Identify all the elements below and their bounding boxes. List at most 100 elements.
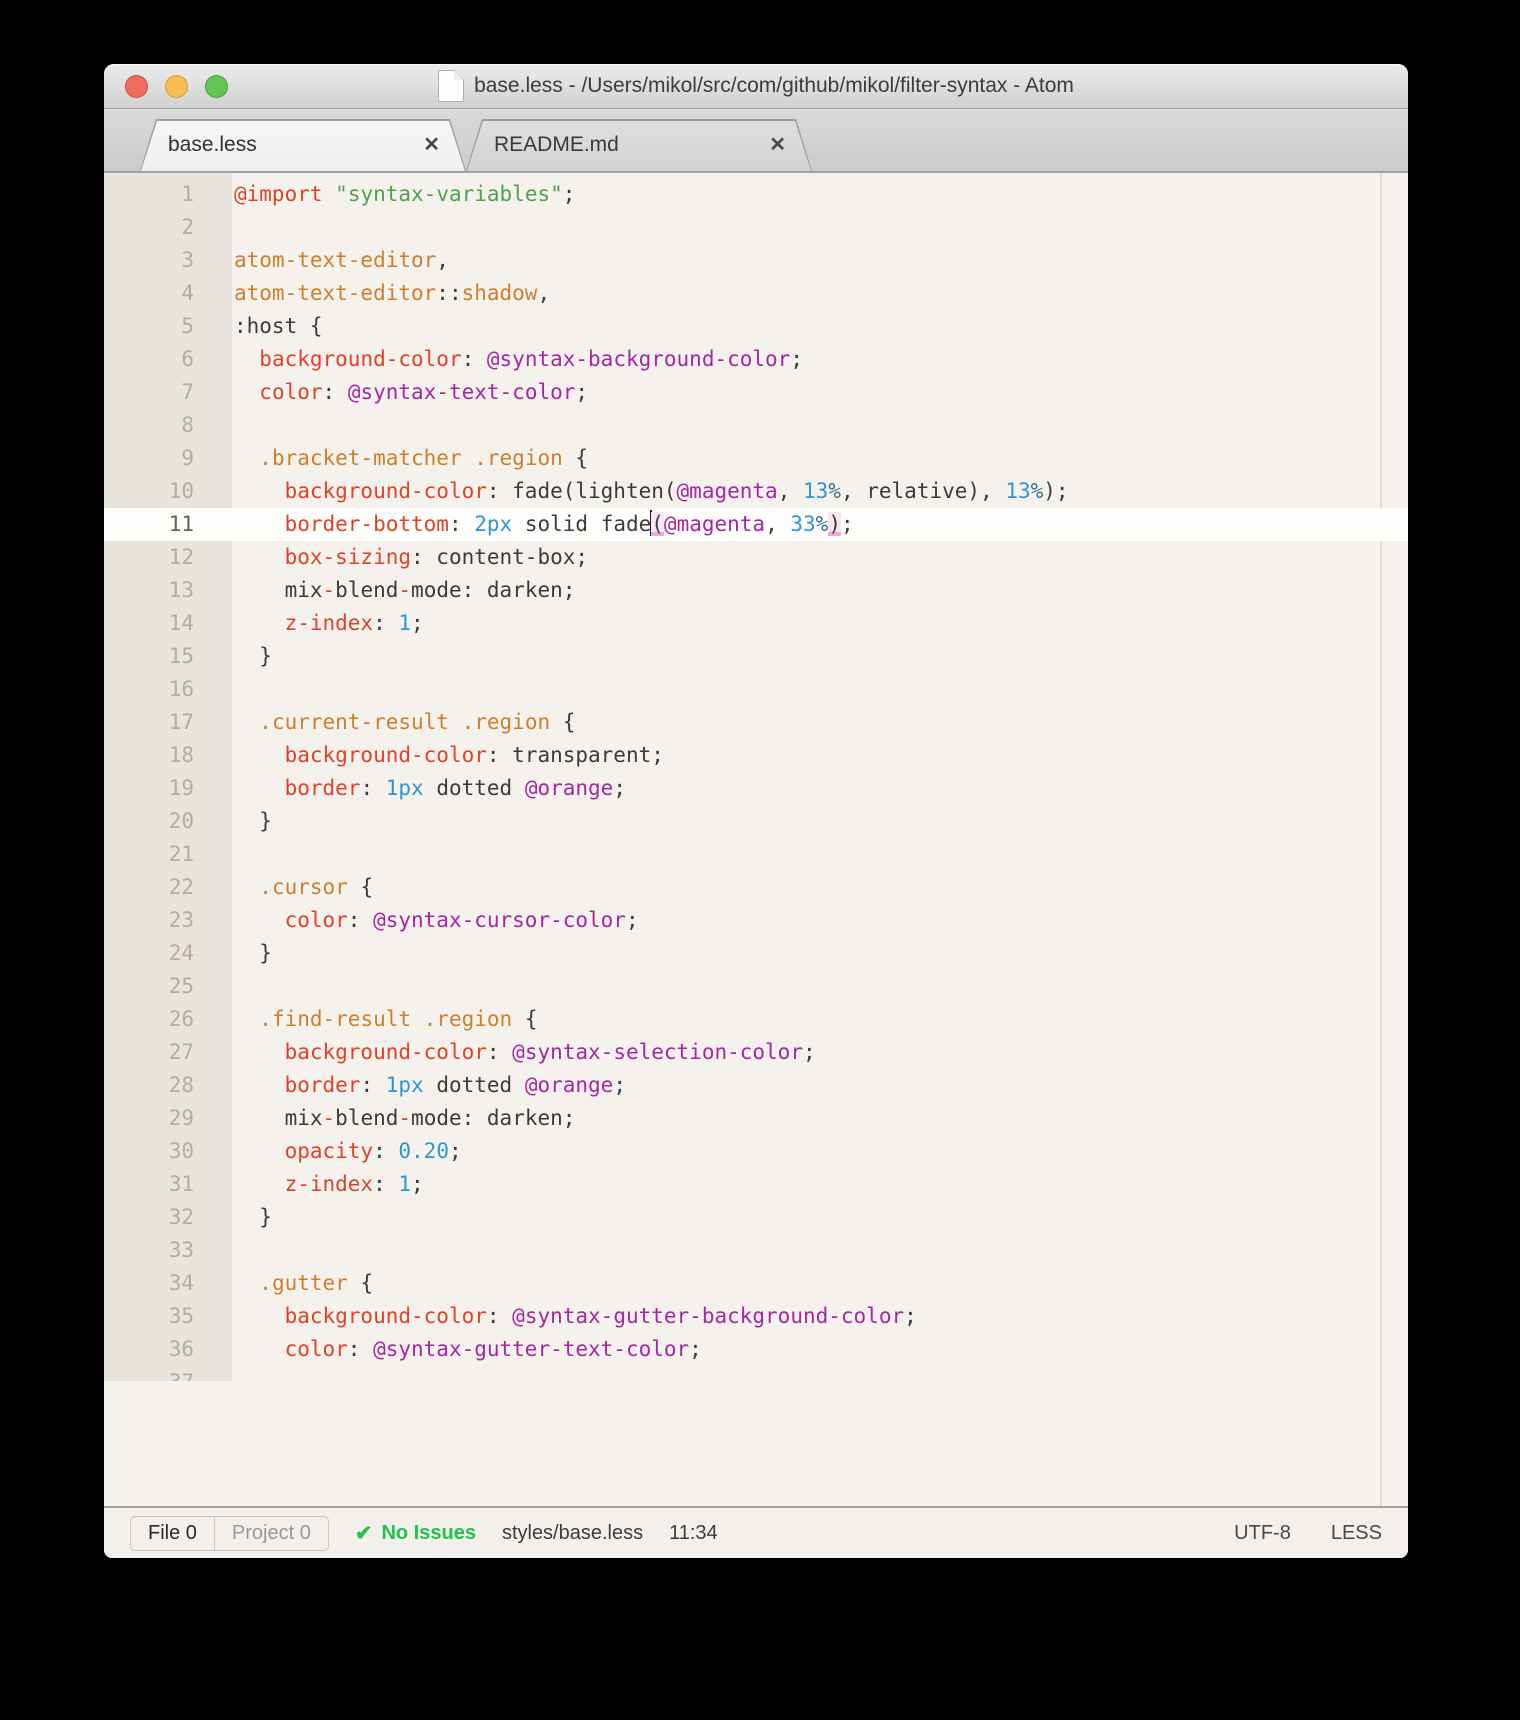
code-line[interactable]: 29 mix-blend-mode: darken; xyxy=(104,1102,1408,1135)
titlebar[interactable]: base.less - /Users/mikol/src/com/github/… xyxy=(104,64,1408,109)
code-line[interactable]: 5:host { xyxy=(104,310,1408,343)
code-line[interactable]: 3 atom-text-editor, xyxy=(104,244,1408,277)
code-line[interactable]: 28 border: 1px dotted @orange; xyxy=(104,1069,1408,1102)
line-number: 37 xyxy=(104,1366,232,1381)
file-changes-button[interactable]: File 0 xyxy=(131,1517,215,1550)
code-line[interactable]: 1 @import "syntax-variables"; xyxy=(104,178,1408,211)
cursor-position-label[interactable]: 11:34 xyxy=(669,1522,718,1545)
code-text: .current-result .region { xyxy=(232,706,575,739)
code-line[interactable]: 6 background-color: @syntax-background-c… xyxy=(104,343,1408,376)
code-line[interactable]: 15 } xyxy=(104,640,1408,673)
code-token: : xyxy=(360,776,386,800)
code-token: : xyxy=(347,908,374,932)
code-token: atom-text-editor xyxy=(234,248,437,272)
line-number: 19 xyxy=(168,776,194,800)
tab-base-less[interactable]: base.less ✕ xyxy=(140,119,466,171)
line-number: 23 xyxy=(168,908,194,932)
code-line[interactable]: 8 xyxy=(104,409,1408,442)
code-token: border xyxy=(284,1073,361,1097)
linter-status[interactable]: ✔ No Issues xyxy=(355,1521,476,1546)
grammar-selector[interactable]: LESS xyxy=(1331,1522,1382,1545)
file-path-label[interactable]: styles/base.less xyxy=(502,1522,643,1545)
code-line[interactable]: 17 .current-result .region { xyxy=(104,706,1408,739)
code-token: color xyxy=(284,908,348,932)
code-token: : xyxy=(486,1304,513,1328)
code-line[interactable]: 34 .gutter { xyxy=(104,1267,1408,1300)
code-token: : darken; xyxy=(461,1106,576,1130)
code-line[interactable]: 18 background-color: transparent; xyxy=(104,739,1408,772)
code-token: ; xyxy=(562,182,576,206)
no-issues-label: No Issues xyxy=(381,1522,476,1544)
code-line[interactable]: 31 z-index: 1; xyxy=(104,1168,1408,1201)
code-text: border: 1px dotted @orange; xyxy=(232,772,626,805)
code-line[interactable]: 32 } xyxy=(104,1201,1408,1234)
code-line[interactable]: 19 border: 1px dotted @orange; xyxy=(104,772,1408,805)
close-tab-icon[interactable]: ✕ xyxy=(423,135,440,155)
code-line[interactable]: 23 color: @syntax-cursor-color; xyxy=(104,904,1408,937)
code-token: ; xyxy=(613,1073,626,1097)
code-line[interactable]: 20 } xyxy=(104,805,1408,838)
code-line[interactable]: 10 background-color: fade(lighten(@magen… xyxy=(104,475,1408,508)
code-token: : xyxy=(347,1337,374,1361)
minimize-window-button[interactable] xyxy=(165,74,188,98)
close-window-button[interactable] xyxy=(125,74,148,98)
code-token: % xyxy=(815,512,829,536)
code-token: ; xyxy=(840,512,854,536)
code-line[interactable]: 37 xyxy=(104,1366,1408,1381)
code-line[interactable]: 36 color: @syntax-gutter-text-color; xyxy=(104,1333,1408,1366)
code-line[interactable]: 2 xyxy=(104,211,1408,244)
close-tab-icon[interactable]: ✕ xyxy=(769,135,786,155)
code-line[interactable]: 4 atom-text-editor::shadow, xyxy=(104,277,1408,310)
code-line[interactable]: 35 background-color: @syntax-gutter-back… xyxy=(104,1300,1408,1333)
code-line[interactable]: 7 color: @syntax-text-color; xyxy=(104,376,1408,409)
code-token: ; xyxy=(448,1139,462,1163)
code-line[interactable]: 30 opacity: 0.20; xyxy=(104,1135,1408,1168)
code-token: ; xyxy=(411,611,424,635)
code-text: color: @syntax-text-color; xyxy=(232,376,588,409)
code-text: atom-text-editor, xyxy=(232,244,449,277)
code-line[interactable]: 11 border-bottom: 2px solid fade(@magent… xyxy=(104,508,1408,541)
code-line[interactable]: 16 xyxy=(104,673,1408,706)
zoom-window-button[interactable] xyxy=(205,74,228,98)
project-changes-button[interactable]: Project 0 xyxy=(215,1517,328,1550)
code-token: } xyxy=(234,941,272,965)
code-token: : content-box; xyxy=(411,545,589,569)
code-token: mode xyxy=(411,578,462,602)
code-token: : xyxy=(373,1172,399,1196)
line-number: 14 xyxy=(168,611,194,635)
code-token: atom-text-editor xyxy=(234,281,437,305)
code-token: .current-result xyxy=(259,710,449,734)
code-line[interactable]: 26 .find-result .region { xyxy=(104,1003,1408,1036)
check-icon: ✔ xyxy=(354,1522,373,1545)
code-line[interactable]: 12 box-sizing: content-box; xyxy=(104,541,1408,574)
code-line[interactable]: 13 mix-blend-mode: darken; xyxy=(104,574,1408,607)
tab-label: README.md xyxy=(494,133,619,156)
code-token: : darken; xyxy=(461,578,576,602)
editor-pane[interactable]: 1 @import "syntax-variables"; 2 3 atom-text-… xyxy=(104,173,1408,1506)
code-line[interactable]: 33 xyxy=(104,1234,1408,1267)
code-token: - xyxy=(322,1106,336,1130)
code-token: 0.20 xyxy=(398,1139,449,1163)
code-line[interactable]: 22 .cursor { xyxy=(104,871,1408,904)
line-number: 32 xyxy=(168,1205,194,1229)
code-text: :host { xyxy=(232,310,323,343)
code-line[interactable]: 27 background-color: @syntax-selection-c… xyxy=(104,1036,1408,1069)
code-line[interactable]: 14 z-index: 1; xyxy=(104,607,1408,640)
code-token: @magenta xyxy=(676,479,778,503)
code-token: color xyxy=(259,380,323,404)
code-line[interactable]: 9 .bracket-matcher .region { xyxy=(104,442,1408,475)
code-line[interactable]: 25 xyxy=(104,970,1408,1003)
code-line[interactable]: 21 xyxy=(104,838,1408,871)
encoding-selector[interactable]: UTF-8 xyxy=(1234,1522,1291,1545)
tab-readme-md[interactable]: README.md ✕ xyxy=(466,119,812,171)
code-line[interactable]: 24 } xyxy=(104,937,1408,970)
code-token: .region xyxy=(423,1007,513,1031)
code-token: .gutter xyxy=(259,1271,348,1295)
